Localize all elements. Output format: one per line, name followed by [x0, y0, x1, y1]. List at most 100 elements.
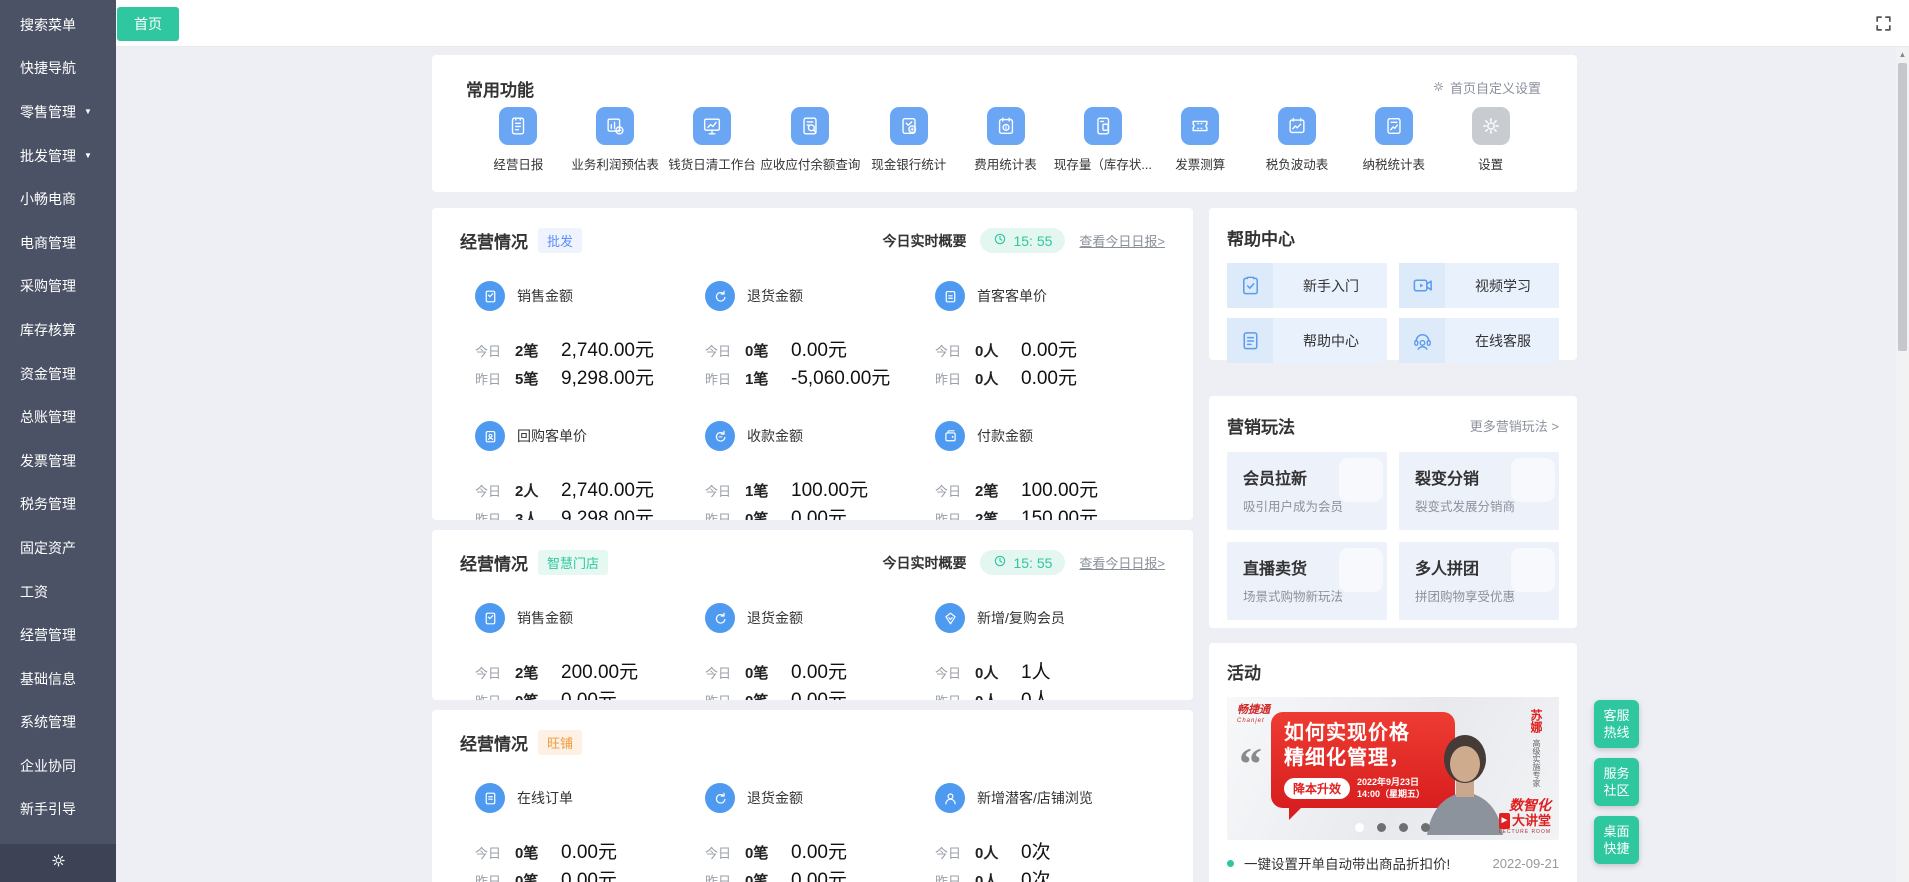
sidebar-item-19[interactable]: 新手引导 — [0, 788, 116, 832]
help-item-online-service[interactable]: 在线客服 — [1399, 318, 1559, 363]
marketing-watermark-icon — [1339, 458, 1383, 502]
quick-item-daily-report[interactable]: 经营日报 — [470, 107, 567, 173]
carousel-dot-3[interactable] — [1399, 823, 1408, 832]
metric-count: 0笔 — [745, 511, 769, 520]
sidebar-item-1[interactable]: 搜索菜单 — [0, 3, 116, 47]
metric-day: 今日 — [935, 344, 962, 359]
sidebar-item-12[interactable]: 税务管理 — [0, 483, 116, 527]
sidebar-item-9[interactable]: 资金管理 — [0, 352, 116, 396]
news-item-1[interactable]: 一键设置开单自动带出商品折扣价! 2022-09-21 — [1227, 853, 1559, 873]
metric-label: 新增潜客/店铺浏览 — [977, 790, 1093, 806]
sidebar-item-4[interactable]: 批发管理 ▼ — [0, 134, 116, 178]
realtime-summary-label: 今日实时概要 — [882, 554, 967, 571]
sidebar-item-18[interactable]: 企业协同 — [0, 744, 116, 788]
metric-sales: 销售金额 今日 2笔 2,740.00元 昨日 5笔 9,298.00元 — [475, 281, 705, 391]
sidebar-settings-button[interactable] — [0, 844, 116, 882]
quick-item-workbench[interactable]: 钱货日清工作台 — [664, 107, 761, 173]
quick-item-profit-forecast[interactable]: 业务利润预估表 — [567, 107, 664, 173]
metric-day: 昨日 — [705, 874, 732, 882]
help-item-label: 帮助中心 — [1303, 332, 1359, 349]
help-item-help-docs[interactable]: 帮助中心 — [1227, 318, 1387, 363]
sidebar-item-14[interactable]: 工资 — [0, 570, 116, 614]
quick-item-label: 现存量（库存状... — [1053, 158, 1152, 172]
view-daily-report-link[interactable]: 查看今日日报> — [1079, 231, 1165, 250]
metric-day: 昨日 — [705, 691, 745, 700]
quick-item-label: 经营日报 — [493, 158, 544, 172]
metric-amount: 2,740.00元 — [561, 340, 654, 361]
sidebar-item-5[interactable]: 小畅电商 — [0, 177, 116, 221]
quick-item-invoice-calc[interactable]: 发票测算 — [1152, 107, 1249, 173]
inventory-icon — [1083, 107, 1122, 145]
help-item-video-learning[interactable]: 视频学习 — [1399, 263, 1559, 308]
sidebar-item-2[interactable]: 快捷导航 — [0, 47, 116, 91]
sidebar-item-7[interactable]: 采购管理 — [0, 265, 116, 309]
metric-day: 昨日 — [475, 691, 515, 700]
sidebar-item-10[interactable]: 总账管理 — [0, 395, 116, 439]
metric-day: 今日 — [705, 846, 732, 861]
sidebar-item-6[interactable]: 电商管理 — [0, 221, 116, 265]
help-docs-icon — [1227, 318, 1273, 363]
metric-amount: 0次 — [1021, 842, 1051, 863]
carousel-dot-2[interactable] — [1377, 823, 1386, 832]
metric-day: 昨日 — [475, 512, 502, 520]
sidebar-item-3[interactable]: 零售管理 ▼ — [0, 90, 116, 134]
more-marketing-link[interactable]: 更多营销玩法 > — [1470, 416, 1559, 435]
metric-count: 0人 — [975, 845, 999, 862]
quick-item-settings[interactable]: 设置 — [1442, 107, 1539, 173]
activity-news-list: 一键设置开单自动带出商品折扣价!2022-09-21客户账款多,资金占比高,如何… — [1227, 853, 1559, 882]
carousel-dot-4[interactable] — [1421, 823, 1430, 832]
floating-button-2[interactable]: 服务 社区 — [1594, 758, 1639, 806]
metric-row: 今日 0笔 0.00元 — [705, 335, 935, 363]
tax-stats-icon — [1374, 107, 1413, 145]
metric-amount: 0.00元 — [1021, 368, 1077, 389]
metric-amount: 0.00元 — [791, 685, 847, 700]
view-daily-report-link[interactable]: 查看今日日报> — [1079, 553, 1165, 572]
sidebar-item-16[interactable]: 基础信息 — [0, 657, 116, 701]
metric-count: 0笔 — [515, 873, 539, 882]
metric-count: 0人 — [975, 665, 999, 682]
marketing-item-2[interactable]: 裂变分销 裂变式发展分销商 — [1399, 452, 1559, 530]
sidebar-item-13[interactable]: 固定资产 — [0, 526, 116, 570]
fullscreen-icon[interactable] — [1874, 14, 1893, 33]
scroll-up-arrow[interactable]: ▲ — [1896, 47, 1909, 59]
metric-row: 昨日0笔0.00元 — [705, 503, 935, 520]
marketing-item-1[interactable]: 会员拉新 吸引用户成为会员 — [1227, 452, 1387, 530]
metric-order: 在线订单 今日 0笔 0.00元 昨日 0笔 0.00元 — [475, 783, 705, 882]
quick-item-inventory[interactable]: 现存量（库存状... — [1054, 107, 1152, 173]
homepage-customize-link[interactable]: 首页自定义设置 — [1432, 78, 1541, 97]
activity-title: 活动 — [1227, 664, 1261, 683]
quick-item-tax-wave[interactable]: 税负波动表 — [1249, 107, 1346, 173]
marketing-item-3[interactable]: 直播卖货 场景式购物新玩法 — [1227, 542, 1387, 620]
metric-count: 2人 — [515, 483, 539, 500]
metric-row: 今日 2笔 200.00元 — [475, 657, 705, 685]
quick-item-balance-query[interactable]: 应收应付余额查询 — [760, 107, 860, 173]
quick-item-cash-bank[interactable]: 现金银行统计 — [860, 107, 957, 173]
activity-banner[interactable]: 畅捷通 Chanjet “ 如何实现价格 精细化管理， 降本升效 2022年9月… — [1227, 697, 1559, 840]
carousel-dot-1[interactable] — [1355, 823, 1364, 832]
metric-amount: 0人 — [1021, 685, 1051, 700]
metric-count: 0人 — [975, 690, 1021, 700]
sidebar-item-17[interactable]: 系统管理 — [0, 701, 116, 745]
metric-day: 今日 — [705, 484, 732, 499]
help-item-beginner-guide[interactable]: 新手入门 — [1227, 263, 1387, 308]
sidebar-item-8[interactable]: 库存核算 — [0, 308, 116, 352]
metric-day: 今日 — [935, 484, 962, 499]
floating-button-1[interactable]: 客服 热线 — [1594, 700, 1639, 748]
floating-buttons: 客服 热线服务 社区桌面 快捷 — [1594, 700, 1639, 874]
sidebar-item-15[interactable]: 经营管理 — [0, 613, 116, 657]
quick-item-expense-stats[interactable]: 费用统计表 — [957, 107, 1054, 173]
metric-visitor: 新增潜客/店铺浏览 今日 0人 0次 昨日 0人 0次 — [935, 783, 1165, 882]
metric-count: 0人 — [975, 343, 999, 360]
sidebar-item-11[interactable]: 发票管理 — [0, 439, 116, 483]
metric-row: 昨日0笔0.00元 — [475, 685, 705, 700]
marketing-watermark-icon — [1511, 458, 1555, 502]
tab-home[interactable]: 首页 — [117, 7, 179, 41]
quick-item-tax-stats[interactable]: 纳税统计表 — [1345, 107, 1442, 173]
floating-button-3[interactable]: 桌面 快捷 — [1594, 816, 1639, 864]
scrollbar-thumb[interactable] — [1898, 63, 1907, 351]
expense-stats-icon — [986, 107, 1025, 145]
metric-row: 今日 1笔 100.00元 — [705, 475, 935, 503]
marketing-item-4[interactable]: 多人拼团 拼团购物享受优惠 — [1399, 542, 1559, 620]
gear-icon — [50, 852, 67, 874]
receipt-icon — [705, 421, 735, 451]
